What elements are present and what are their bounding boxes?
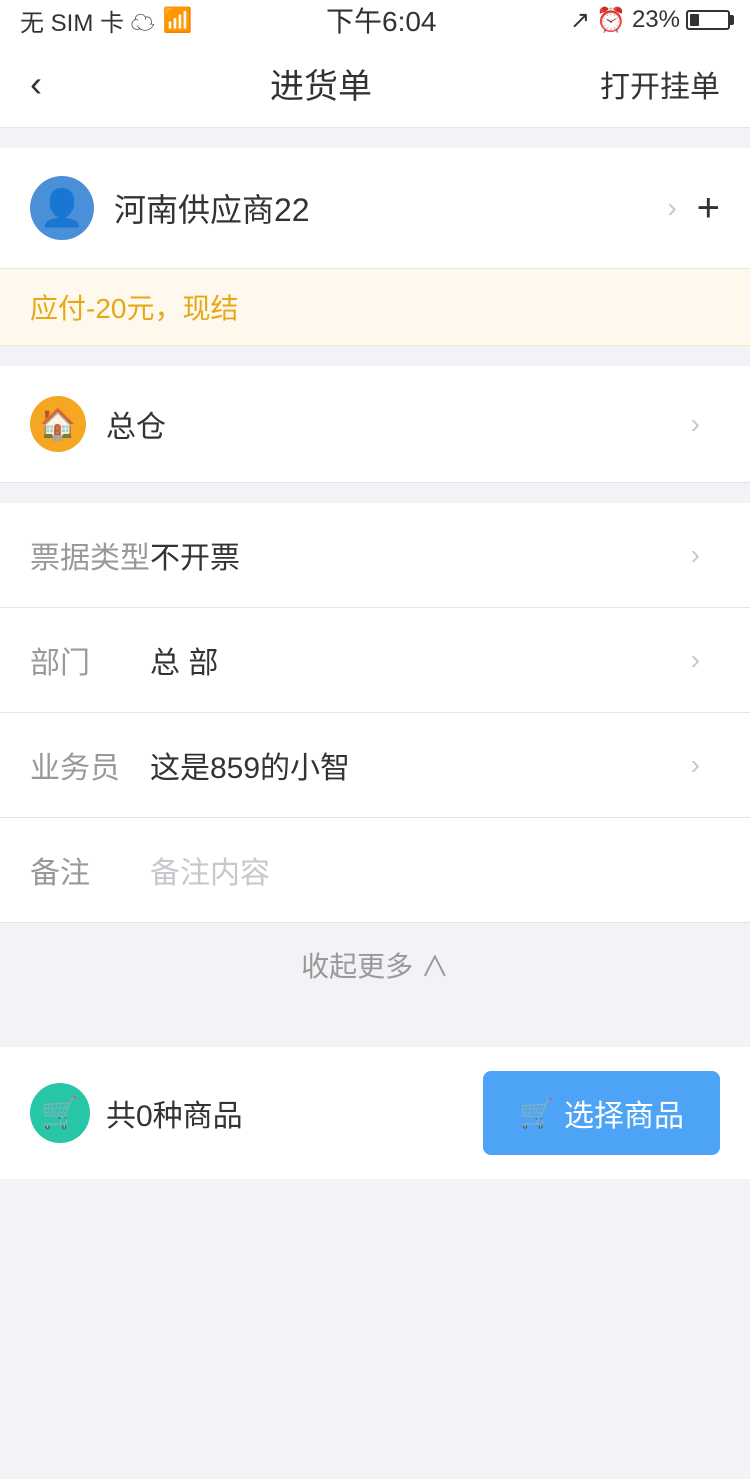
department-value: 总 部	[150, 638, 691, 682]
fields-card: 票据类型 不开票 › 部门 总 部 › 业务员 这是859的小智 › 备注 备注…	[0, 503, 750, 922]
remark-label: 备注	[30, 848, 150, 892]
status-right: ↗ ⏰ 23%	[570, 6, 730, 35]
ticket-type-row[interactable]: 票据类型 不开票 ›	[0, 503, 750, 608]
ticket-type-value: 不开票	[150, 533, 691, 577]
ticket-type-label: 票据类型	[30, 533, 150, 577]
wifi-icon: 📶	[163, 6, 193, 35]
remark-row[interactable]: 备注 备注内容	[0, 818, 750, 922]
status-time: 下午6:04	[326, 0, 437, 40]
collapse-button[interactable]: 收起更多 ∧	[0, 922, 750, 1007]
status-left: 无 SIM 卡 ☁ 📶	[20, 3, 193, 38]
warehouse-icon-wrap: 🏠	[30, 396, 86, 452]
sim-label: 无 SIM 卡 ☁	[20, 3, 155, 38]
salesperson-label: 业务员	[30, 743, 150, 787]
open-pending-button[interactable]: 打开挂单	[600, 62, 720, 106]
battery-percent: 23%	[632, 6, 680, 34]
product-bar: 🛒 共0种商品 🛒 选择商品	[0, 1047, 750, 1179]
nav-bar: ‹ 进货单 打开挂单	[0, 40, 750, 128]
remark-input[interactable]: 备注内容	[150, 848, 720, 892]
page-title: 进货单	[270, 59, 372, 108]
cart-add-icon: 🛒	[519, 1097, 554, 1130]
salesperson-row[interactable]: 业务员 这是859的小智 ›	[0, 713, 750, 818]
user-icon: 👤	[40, 187, 85, 229]
warehouse-name: 总仓	[106, 402, 691, 446]
department-label: 部门	[30, 638, 150, 682]
status-bar: 无 SIM 卡 ☁ 📶 下午6:04 ↗ ⏰ 23%	[0, 0, 750, 40]
page-background	[0, 1179, 750, 1479]
section-gap-3	[0, 483, 750, 503]
location-icon: ↗	[570, 6, 590, 35]
product-count: 共0种商品	[106, 1091, 483, 1135]
select-product-label: 选择商品	[564, 1091, 684, 1135]
supplier-alert: 应付-20元，现结	[0, 269, 750, 346]
salesperson-value: 这是859的小智	[150, 743, 691, 787]
supplier-card: 👤 河南供应商22 › + 应付-20元，现结	[0, 148, 750, 346]
chevron-right-icon: ›	[667, 192, 676, 224]
add-button[interactable]: +	[697, 186, 720, 231]
section-gap-4	[0, 1007, 750, 1027]
alarm-icon: ⏰	[596, 6, 626, 35]
warehouse-chevron-icon: ›	[691, 408, 700, 440]
select-product-button[interactable]: 🛒 选择商品	[483, 1071, 720, 1155]
ticket-chevron-icon: ›	[691, 539, 700, 571]
battery-icon	[686, 10, 730, 30]
section-gap-1	[0, 128, 750, 148]
warehouse-icon: 🏠	[39, 407, 76, 442]
back-button[interactable]: ‹	[30, 63, 42, 105]
supplier-name: 河南供应商22	[114, 185, 667, 231]
section-gap-2	[0, 346, 750, 366]
product-icon-wrap: 🛒	[30, 1083, 90, 1143]
department-chevron-icon: ›	[691, 644, 700, 676]
warehouse-row[interactable]: 🏠 总仓 ›	[0, 366, 750, 483]
supplier-row[interactable]: 👤 河南供应商22 › +	[0, 148, 750, 269]
avatar: 👤	[30, 176, 94, 240]
warehouse-card: 🏠 总仓 ›	[0, 366, 750, 483]
salesperson-chevron-icon: ›	[691, 749, 700, 781]
product-icon: 🛒	[41, 1096, 78, 1131]
department-row[interactable]: 部门 总 部 ›	[0, 608, 750, 713]
